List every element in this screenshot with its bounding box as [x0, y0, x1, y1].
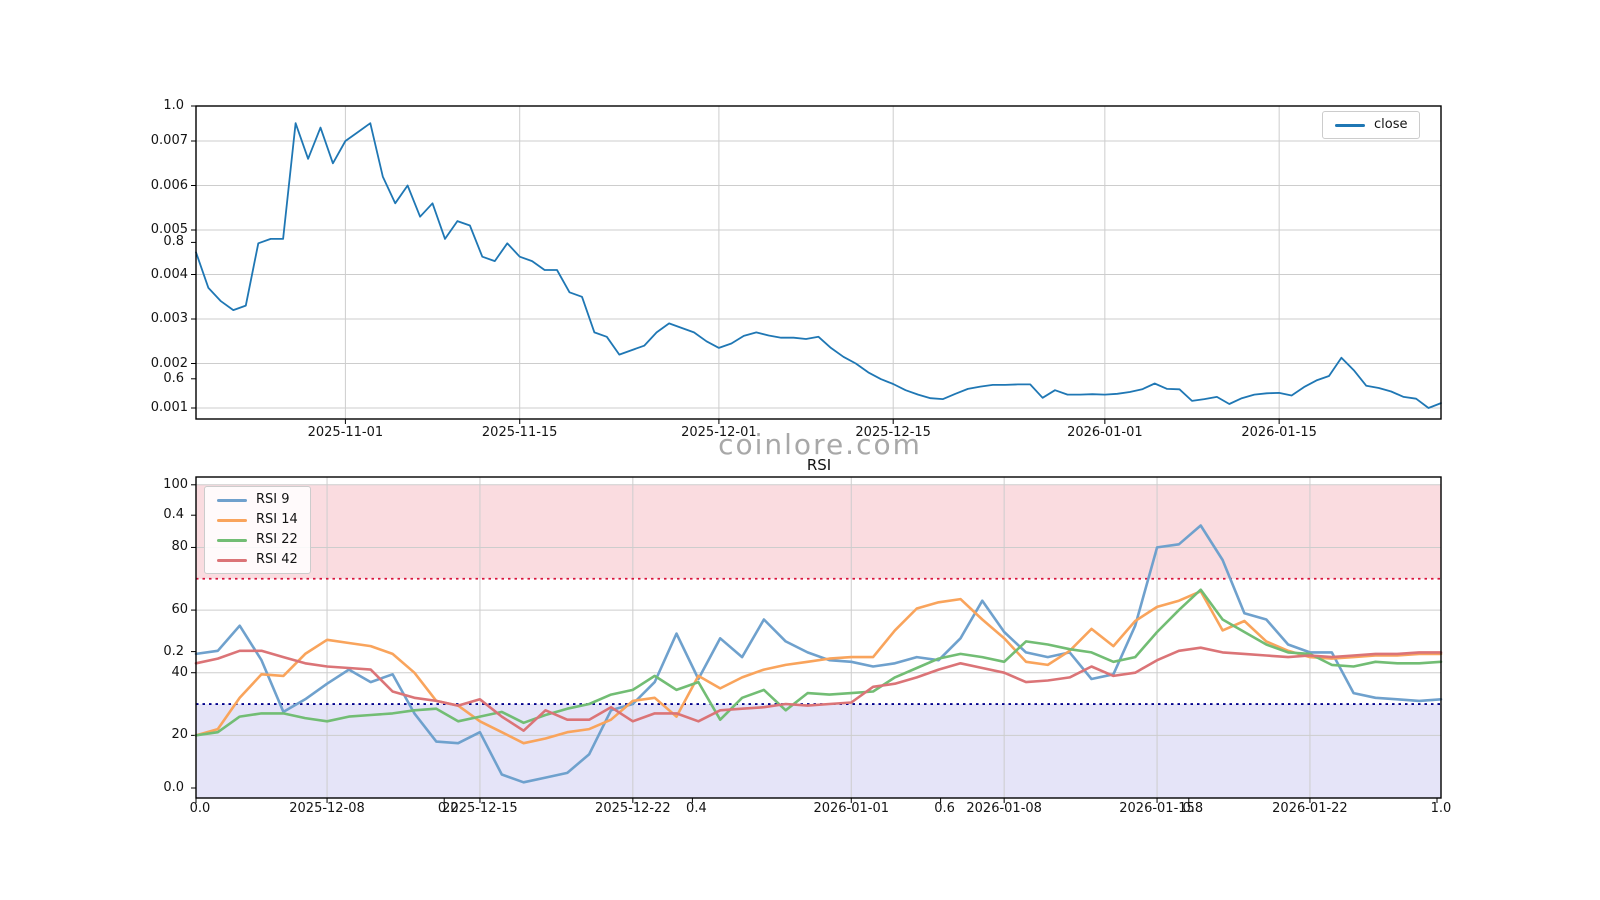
close-legend-label: close	[1374, 117, 1408, 132]
rsi-y-tick-label: 20	[171, 727, 188, 743]
figure-y-tick-label: 0.8	[163, 234, 184, 250]
figure-x-tick-label: 1.0	[1430, 801, 1452, 816]
price-y-tick-label: 0.001	[150, 400, 188, 415]
price-x-tick-label: 2026-01-15	[1241, 425, 1317, 440]
legend-row-rsi14: RSI 14	[207, 510, 308, 530]
price-x-tick-label: 2025-12-15	[855, 425, 931, 440]
price-x-tick-label: 2026-01-01	[1067, 425, 1143, 440]
rsi-x-tick-label: 2026-01-22	[1272, 801, 1348, 816]
rsi-y-tick-label: 80	[171, 539, 188, 555]
price-legend: close	[1322, 111, 1421, 139]
rsi-x-tick-label: 2026-01-15	[1119, 801, 1195, 816]
rsi22-line-swatch	[217, 538, 247, 542]
figure-x-tick-label: 0.6	[934, 801, 955, 816]
rsi14-legend-label: RSI 14	[256, 512, 298, 527]
price-y-tick-label: 0.006	[150, 177, 188, 193]
rsi-y-tick-label: 100	[163, 476, 188, 492]
rsi-x-tick-label: 2026-01-08	[966, 801, 1042, 816]
figure-x-tick-label: 0.0	[189, 801, 211, 816]
rsi42-legend-label: RSI 42	[256, 552, 298, 567]
rsi-subplot-title: RSI	[806, 456, 832, 474]
price-x-tick-label: 2025-12-01	[681, 425, 757, 440]
rsi-x-tick-label: 2025-12-22	[595, 801, 671, 816]
figure-canvas: coinlore.com RSI close RSI 9 RSI 14 RSI …	[0, 0, 1600, 900]
rsi22-legend-label: RSI 22	[256, 532, 298, 547]
rsi-legend: RSI 9 RSI 14 RSI 22 RSI 42	[204, 486, 311, 574]
close-line	[195, 122, 1442, 409]
legend-row-rsi9: RSI 9	[207, 490, 308, 510]
figure-y-tick-label: 0.0	[163, 780, 184, 795]
rsi-y-tick-label: 40	[171, 664, 188, 680]
close-line-swatch	[1335, 123, 1365, 127]
figure-y-tick-label: 0.6	[163, 370, 184, 386]
legend-row-rsi22: RSI 22	[207, 530, 308, 550]
rsi9-line-swatch	[217, 498, 247, 502]
legend-row-close: close	[1325, 115, 1417, 135]
price-y-tick-label: 0.004	[150, 266, 188, 282]
price-y-tick-label: 0.002	[150, 355, 188, 371]
figure-y-tick-label: 0.2	[163, 643, 184, 659]
price-x-tick-label: 2025-11-01	[307, 425, 384, 440]
price-y-tick-label: 0.003	[150, 311, 188, 326]
legend-row-rsi42: RSI 42	[207, 550, 308, 570]
overbought-band	[196, 484, 1441, 579]
rsi14-line-swatch	[217, 518, 247, 522]
rsi-x-tick-label: 2025-12-08	[289, 801, 365, 816]
price-plot-border	[195, 105, 1442, 420]
rsi42-line-swatch	[217, 558, 247, 562]
rsi9-legend-label: RSI 9	[256, 492, 290, 507]
price-x-tick-label: 2025-11-15	[481, 425, 558, 440]
rsi-y-tick-label: 60	[171, 602, 188, 618]
price-y-tick-label: 0.007	[150, 133, 188, 148]
figure-y-tick-label: 0.4	[163, 507, 184, 523]
rsi-x-tick-label: 2025-12-15	[442, 801, 518, 816]
figure-y-tick-label: 1.0	[163, 98, 184, 113]
rsi-x-tick-label: 2026-01-01	[813, 801, 890, 816]
figure-x-tick-label: 0.4	[686, 801, 707, 816]
oversold-band	[196, 704, 1441, 798]
